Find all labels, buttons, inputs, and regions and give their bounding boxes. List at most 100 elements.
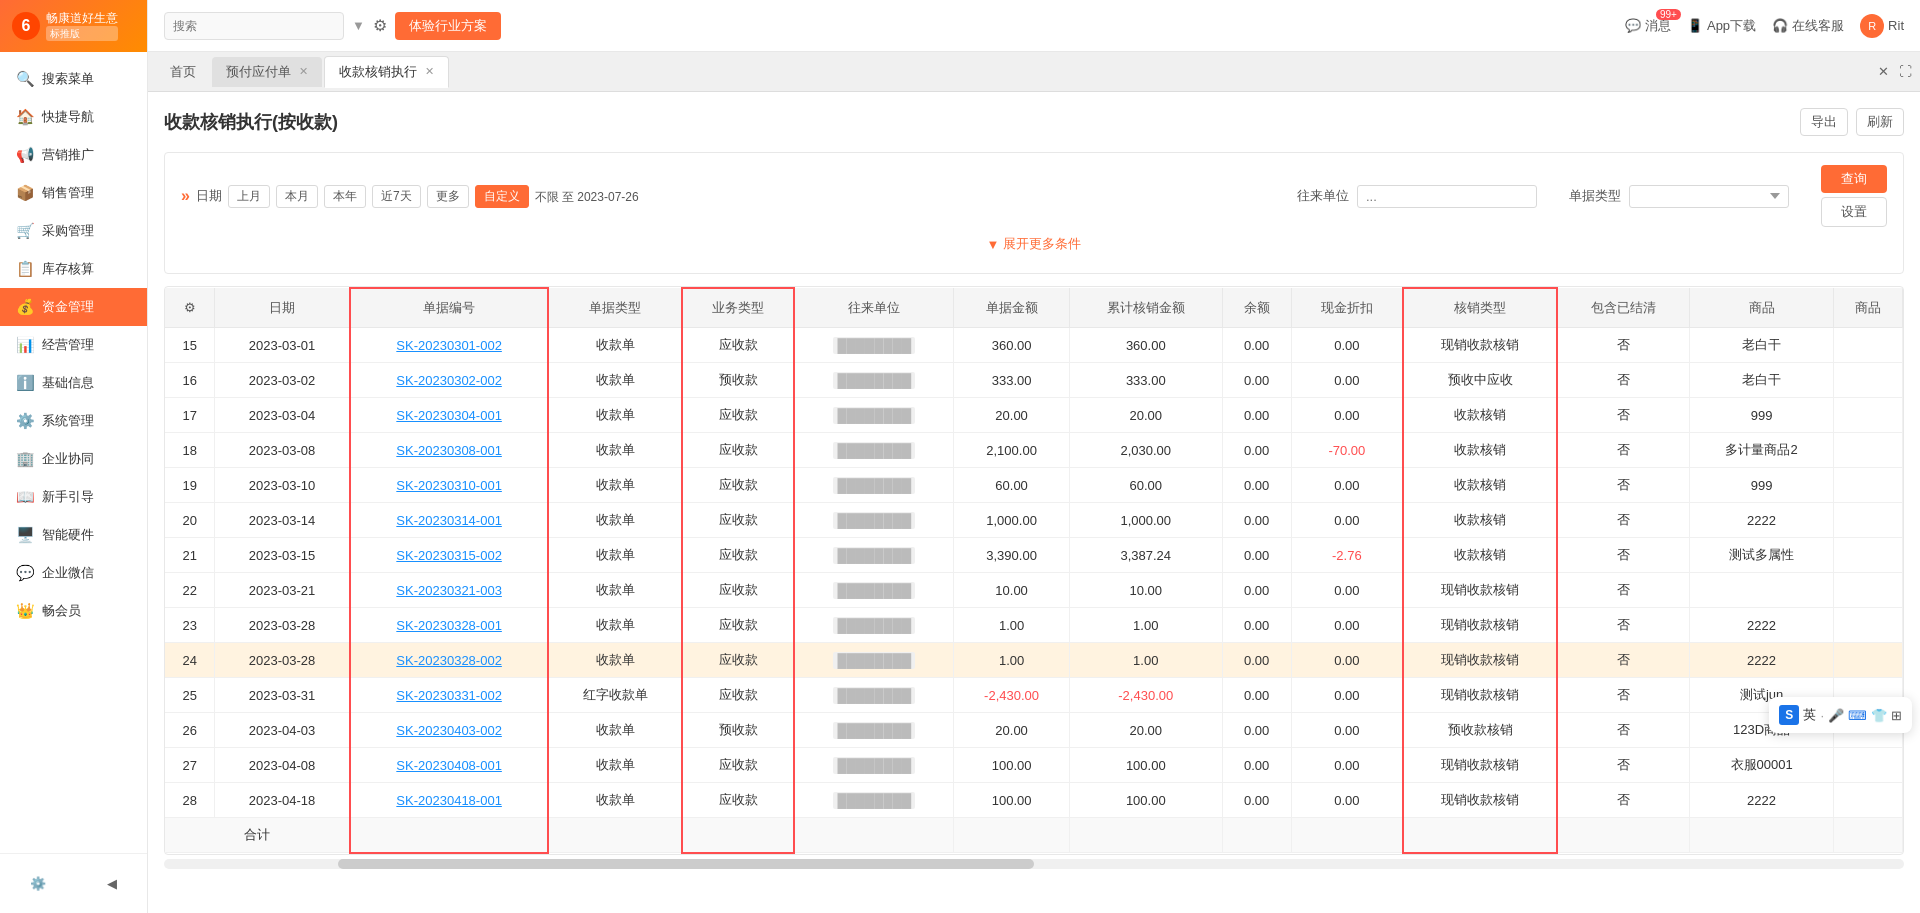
marketing-icon: 📢 <box>16 146 34 164</box>
sidebar-item-search[interactable]: 🔍 搜索菜单 <box>0 60 147 98</box>
table-cell: 衣服00001 <box>1690 748 1833 783</box>
tab-home[interactable]: 首页 <box>156 57 210 87</box>
gear-icon[interactable]: ⚙ <box>373 16 387 35</box>
dropdown-icon[interactable]: ▼ <box>352 18 365 33</box>
tab-writeoff-close[interactable]: ✕ <box>425 65 434 78</box>
notification-area[interactable]: 💬 消息 99+ <box>1625 17 1671 35</box>
sidebar-collapse-btn[interactable]: ◀ <box>91 868 133 899</box>
voucher-link[interactable]: SK-20230403-002 <box>396 723 502 738</box>
sidebar-item-hardware[interactable]: 🖥️ 智能硬件 <box>0 516 147 554</box>
keyboard-icon[interactable]: ⌨ <box>1848 708 1867 723</box>
tab-prepay-close[interactable]: ✕ <box>299 65 308 78</box>
table-cell[interactable]: SK-20230321-003 <box>350 573 549 608</box>
date-last-month[interactable]: 上月 <box>228 185 270 208</box>
voucher-link[interactable]: SK-20230418-001 <box>396 793 502 808</box>
voucher-link[interactable]: SK-20230301-002 <box>396 338 502 353</box>
date-custom[interactable]: 自定义 <box>475 185 529 208</box>
table-cell: 收款单 <box>548 363 681 398</box>
voucher-link[interactable]: SK-20230314-001 <box>396 513 502 528</box>
sidebar-item-quicknav[interactable]: 🏠 快捷导航 <box>0 98 147 136</box>
shirt-icon[interactable]: 👕 <box>1871 708 1887 723</box>
sidebar-item-member[interactable]: 👑 畅会员 <box>0 592 147 630</box>
sidebar-item-wechat[interactable]: 💬 企业微信 <box>0 554 147 592</box>
table-cell: 0.00 <box>1291 363 1403 398</box>
col-product1: 商品 <box>1690 288 1833 328</box>
expand-conditions-btn[interactable]: ▼ 展开更多条件 <box>987 235 1082 253</box>
sidebar-item-marketing[interactable]: 📢 营销推广 <box>0 136 147 174</box>
sidebar-item-enterprise[interactable]: 🏢 企业协同 <box>0 440 147 478</box>
table-row: 172023-03-04SK-20230304-001收款单应收款███████… <box>165 398 1903 433</box>
search-input[interactable] <box>164 12 344 40</box>
table-cell[interactable]: SK-20230331-002 <box>350 678 549 713</box>
filter-toggle-icon[interactable]: » <box>181 187 190 205</box>
col-settings[interactable]: ⚙ <box>165 288 215 328</box>
voucher-link[interactable]: SK-20230310-001 <box>396 478 502 493</box>
table-cell: -70.00 <box>1291 433 1403 468</box>
tab-prepay[interactable]: 预付应付单 ✕ <box>212 57 322 87</box>
sidebar-item-guide[interactable]: 📖 新手引导 <box>0 478 147 516</box>
filter-settings-button[interactable]: 设置 <box>1821 197 1887 227</box>
table-cell: 现销收款核销 <box>1403 783 1557 818</box>
voucher-link[interactable]: SK-20230331-002 <box>396 688 502 703</box>
tab-maximize-icon[interactable]: ⛶ <box>1899 64 1912 79</box>
voucher-link[interactable]: SK-20230321-003 <box>396 583 502 598</box>
voucher-link[interactable]: SK-20230304-001 <box>396 408 502 423</box>
date-this-month[interactable]: 本月 <box>276 185 318 208</box>
table-cell[interactable]: SK-20230408-001 <box>350 748 549 783</box>
table-cell[interactable]: SK-20230302-002 <box>350 363 549 398</box>
voucher-link[interactable]: SK-20230308-001 <box>396 443 502 458</box>
notification-icon: 💬 <box>1625 18 1641 33</box>
query-button[interactable]: 查询 <box>1821 165 1887 193</box>
table-cell[interactable]: SK-20230328-002 <box>350 643 549 678</box>
voucher-link[interactable]: SK-20230302-002 <box>396 373 502 388</box>
table-cell: ████████ <box>794 328 953 363</box>
user-info[interactable]: R Rit <box>1860 14 1904 38</box>
tab-close-icon[interactable]: ✕ <box>1878 64 1889 79</box>
tab-writeoff[interactable]: 收款核销执行 ✕ <box>324 56 449 88</box>
sidebar-item-inventory[interactable]: 📋 库存核算 <box>0 250 147 288</box>
sidebar-settings-btn[interactable]: ⚙️ <box>14 868 62 899</box>
table-row: 252023-03-31SK-20230331-002红字收款单应收款█████… <box>165 678 1903 713</box>
horizontal-scrollbar[interactable] <box>164 859 1904 869</box>
table-cell[interactable]: SK-20230328-001 <box>350 608 549 643</box>
table-cell: 收款单 <box>548 398 681 433</box>
export-button[interactable]: 导出 <box>1800 108 1848 136</box>
sidebar-item-purchase[interactable]: 🛒 采购管理 <box>0 212 147 250</box>
sidebar-item-system[interactable]: ⚙️ 系统管理 <box>0 402 147 440</box>
table-cell <box>1690 573 1833 608</box>
sidebar-item-sales[interactable]: 📦 销售管理 <box>0 174 147 212</box>
table-header-row: ⚙ 日期 单据编号 单据类型 业务类型 往来单位 单据金额 累计核销金额 余额 … <box>165 288 1903 328</box>
table-cell: 21 <box>165 538 215 573</box>
solution-button[interactable]: 体验行业方案 <box>395 12 501 40</box>
table-cell[interactable]: SK-20230304-001 <box>350 398 549 433</box>
table-cell: 0.00 <box>1222 573 1291 608</box>
table-cell[interactable]: SK-20230315-002 <box>350 538 549 573</box>
mic-icon[interactable]: 🎤 <box>1828 708 1844 723</box>
voucher-link[interactable]: SK-20230328-001 <box>396 618 502 633</box>
voucher-type-select[interactable] <box>1629 185 1789 208</box>
sidebar-item-operation[interactable]: 📊 经营管理 <box>0 326 147 364</box>
col-voucher-num: 单据编号 <box>350 288 549 328</box>
table-cell[interactable]: SK-20230418-001 <box>350 783 549 818</box>
table-cell[interactable]: SK-20230308-001 <box>350 433 549 468</box>
table-cell[interactable]: SK-20230314-001 <box>350 503 549 538</box>
voucher-link[interactable]: SK-20230328-002 <box>396 653 502 668</box>
partner-input[interactable] <box>1357 185 1537 208</box>
sidebar-item-basic[interactable]: ℹ️ 基础信息 <box>0 364 147 402</box>
table-cell: 收款单 <box>548 433 681 468</box>
date-more[interactable]: 更多 <box>427 185 469 208</box>
table-cell: 否 <box>1557 713 1690 748</box>
date-7days[interactable]: 近7天 <box>372 185 421 208</box>
voucher-link[interactable]: SK-20230408-001 <box>396 758 502 773</box>
online-service[interactable]: 🎧 在线客服 <box>1772 17 1844 35</box>
voucher-link[interactable]: SK-20230315-002 <box>396 548 502 563</box>
refresh-button[interactable]: 刷新 <box>1856 108 1904 136</box>
table-row: 202023-03-14SK-20230314-001收款单应收款███████… <box>165 503 1903 538</box>
table-cell[interactable]: SK-20230403-002 <box>350 713 549 748</box>
app-download[interactable]: 📱 App下载 <box>1687 17 1756 35</box>
table-cell[interactable]: SK-20230301-002 <box>350 328 549 363</box>
table-cell[interactable]: SK-20230310-001 <box>350 468 549 503</box>
sidebar-item-finance[interactable]: 💰 资金管理 <box>0 288 147 326</box>
apps-icon[interactable]: ⊞ <box>1891 708 1902 723</box>
date-this-year[interactable]: 本年 <box>324 185 366 208</box>
